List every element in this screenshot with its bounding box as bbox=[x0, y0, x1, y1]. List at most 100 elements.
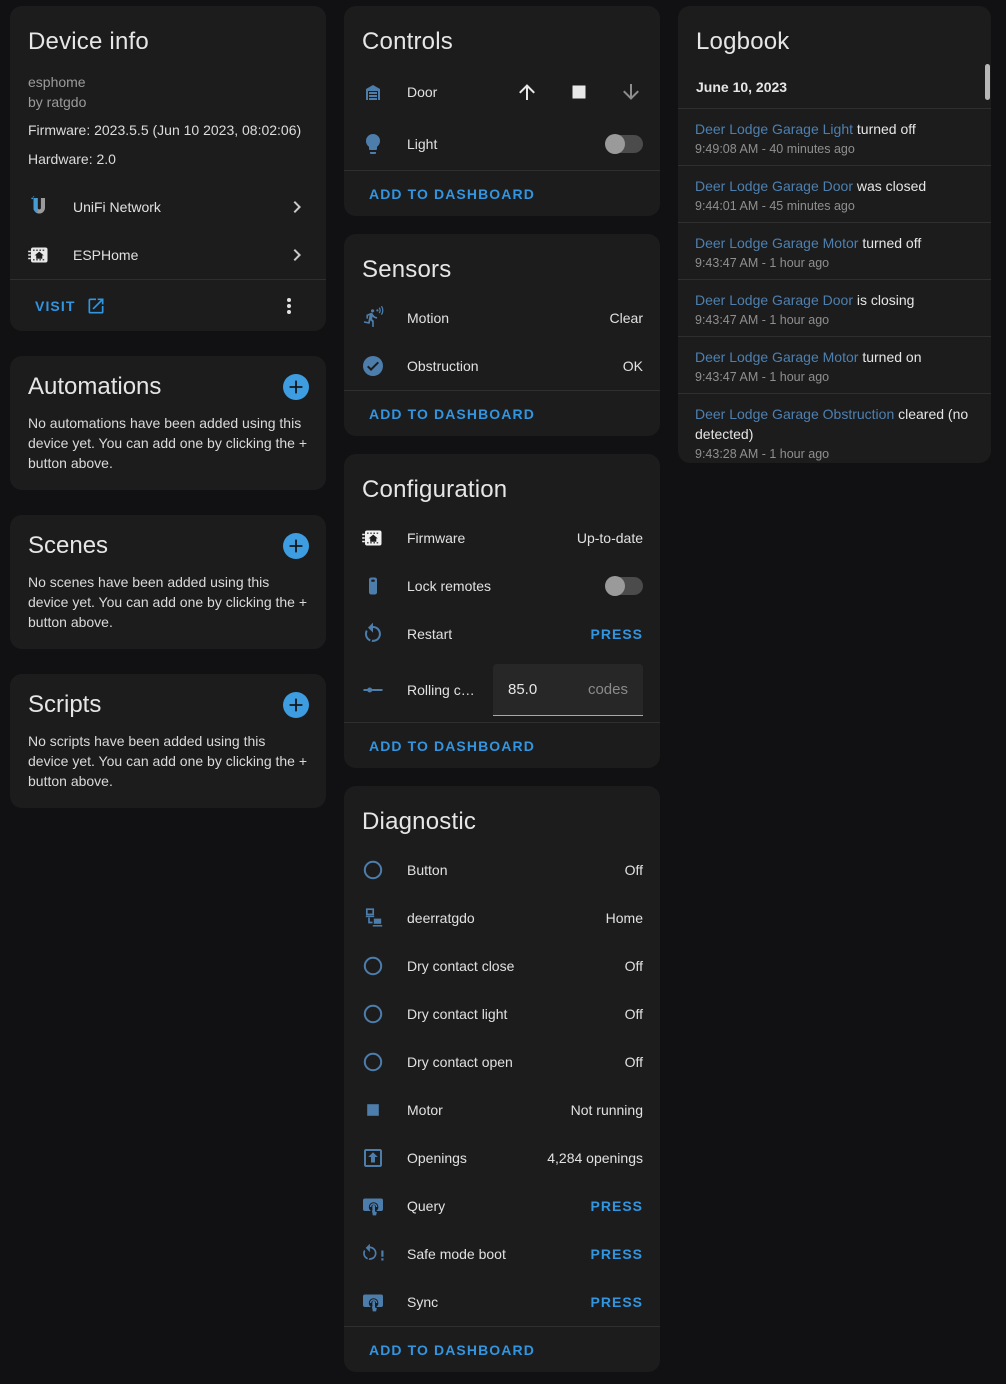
add-to-dashboard-button[interactable]: ADD TO DASHBOARD bbox=[369, 406, 535, 422]
row-label: Safe mode boot bbox=[407, 1246, 506, 1262]
logbook-scrollbar[interactable] bbox=[985, 64, 990, 100]
logbook-entry: Deer Lodge Garage Light turned off 9:49:… bbox=[678, 109, 991, 166]
add-script-button[interactable] bbox=[283, 692, 309, 718]
row-value: Not running bbox=[570, 1102, 643, 1118]
logbook-entity-link[interactable]: Deer Lodge Garage Door bbox=[695, 178, 853, 194]
row-value: 4,284 openings bbox=[547, 1150, 643, 1166]
visit-label: VISIT bbox=[35, 297, 76, 314]
sensors-card: Sensors Motion Clear Obstruction OK ADD … bbox=[344, 234, 660, 436]
obstruction-value: OK bbox=[622, 358, 643, 374]
diagnostic-card: Diagnostic Button Off deerratgdo Home Dr… bbox=[344, 786, 660, 1372]
logbook-timestamp: 9:43:28 AM - 1 hour ago bbox=[695, 447, 830, 461]
restart-icon bbox=[364, 622, 381, 642]
gesture-tap-button-icon bbox=[362, 1293, 384, 1313]
logbook-entity-link[interactable]: Deer Lodge Garage Obstruction bbox=[695, 406, 894, 422]
circle-outline-icon bbox=[363, 860, 383, 880]
row-value: Off bbox=[624, 862, 643, 878]
openings-row[interactable]: Openings 4,284 openings bbox=[344, 1134, 660, 1182]
firmware-row[interactable]: Firmware Up-to-date bbox=[344, 514, 660, 562]
lock-remotes-toggle[interactable] bbox=[605, 576, 643, 596]
row-label: Dry contact light bbox=[407, 1006, 508, 1022]
query-press-button[interactable]: PRESS bbox=[591, 1198, 643, 1214]
motion-value: Clear bbox=[609, 310, 643, 326]
rolling-code-label: Rolling co… bbox=[407, 682, 479, 698]
configuration-card: Configuration Firmware Up-to-date Lock r… bbox=[344, 454, 660, 768]
button-row[interactable]: Button Off bbox=[344, 846, 660, 894]
restart-press-button[interactable]: PRESS bbox=[591, 626, 643, 642]
obstruction-sensor-row[interactable]: Obstruction OK bbox=[344, 342, 660, 390]
integration-name: UniFi Network bbox=[73, 199, 161, 215]
row-value: Off bbox=[624, 1054, 643, 1070]
circle-outline-icon bbox=[363, 1052, 383, 1072]
door-open-button[interactable] bbox=[515, 80, 539, 104]
esphome-chip-icon bbox=[361, 529, 383, 547]
deerratgdo-row[interactable]: deerratgdo Home bbox=[344, 894, 660, 942]
rolling-code-value: 85.0 bbox=[508, 681, 538, 698]
unifi-logo-icon bbox=[31, 196, 45, 214]
automations-card: Automations No automations have been add… bbox=[10, 356, 326, 490]
controls-title: Controls bbox=[362, 28, 453, 55]
restart-alert-icon bbox=[363, 1243, 384, 1261]
door-label: Door bbox=[407, 84, 438, 100]
logbook-timestamp: 9:44:01 AM - 45 minutes ago bbox=[695, 199, 855, 213]
door-stop-button[interactable] bbox=[567, 80, 591, 104]
sync-row: Sync PRESS bbox=[344, 1278, 660, 1326]
logbook-entity-link[interactable]: Deer Lodge Garage Door bbox=[695, 292, 853, 308]
plus-icon bbox=[289, 698, 303, 712]
restart-label: Restart bbox=[407, 626, 453, 642]
automations-title: Automations bbox=[28, 373, 162, 400]
integration-row-unifi-network[interactable]: UniFi Network bbox=[10, 183, 326, 231]
logbook-entity-link[interactable]: Deer Lodge Garage Light bbox=[695, 121, 853, 137]
firmware-value: Up-to-date bbox=[576, 530, 643, 546]
visit-button[interactable]: VISIT bbox=[35, 296, 106, 316]
arrow-up-box-icon bbox=[364, 1149, 382, 1167]
logbook-entity-link[interactable]: Deer Lodge Garage Motor bbox=[695, 235, 858, 251]
safe-mode-boot-press-button[interactable]: PRESS bbox=[591, 1246, 643, 1262]
motion-label: Motion bbox=[407, 310, 450, 326]
light-label: Light bbox=[407, 136, 438, 152]
row-label: Button bbox=[407, 862, 448, 878]
row-label: Openings bbox=[407, 1150, 467, 1166]
esphome-chip-icon bbox=[27, 246, 49, 264]
add-to-dashboard-button[interactable]: ADD TO DASHBOARD bbox=[369, 738, 535, 754]
dry-contact-close-row[interactable]: Dry contact close Off bbox=[344, 942, 660, 990]
circle-outline-icon bbox=[363, 956, 383, 976]
rolling-code-input[interactable]: 85.0 codes bbox=[493, 664, 643, 716]
dry-contact-open-row[interactable]: Dry contact open Off bbox=[344, 1038, 660, 1086]
add-to-dashboard-button[interactable]: ADD TO DASHBOARD bbox=[369, 186, 535, 202]
logbook-entity-link[interactable]: Deer Lodge Garage Motor bbox=[695, 349, 858, 365]
row-label: Dry contact close bbox=[407, 958, 515, 974]
device-firmware-version: Firmware: 2023.5.5 (Jun 10 2023, 08:02:0… bbox=[28, 122, 302, 138]
circle-outline-icon bbox=[363, 1004, 383, 1024]
sync-press-button[interactable]: PRESS bbox=[591, 1294, 643, 1310]
dry-contact-light-row[interactable]: Dry contact light Off bbox=[344, 990, 660, 1038]
light-toggle[interactable] bbox=[605, 134, 643, 154]
motion-sensor-icon bbox=[363, 306, 384, 328]
diagnostic-title: Diagnostic bbox=[362, 808, 477, 835]
logbook-action: turned off bbox=[862, 235, 922, 251]
device-info-title: Device info bbox=[28, 28, 149, 55]
add-to-dashboard-button[interactable]: ADD TO DASHBOARD bbox=[369, 1342, 535, 1358]
logbook-timestamp: 9:49:08 AM - 40 minutes ago bbox=[695, 142, 855, 156]
scenes-title: Scenes bbox=[28, 532, 109, 559]
overflow-menu-button[interactable] bbox=[277, 294, 301, 318]
logbook-entry: Deer Lodge Garage Motor turned on 9:43:4… bbox=[678, 337, 991, 394]
motor-row[interactable]: Motor Not running bbox=[344, 1086, 660, 1134]
row-label: Dry contact open bbox=[407, 1054, 513, 1070]
motion-sensor-row[interactable]: Motion Clear bbox=[344, 294, 660, 342]
lock-remotes-row: Lock remotes bbox=[344, 562, 660, 610]
add-automation-button[interactable] bbox=[283, 374, 309, 400]
lock-remotes-label: Lock remotes bbox=[407, 578, 492, 594]
remote-icon bbox=[369, 577, 377, 595]
logbook-entry: Deer Lodge Garage Door was closed 9:44:0… bbox=[678, 166, 991, 223]
logbook-action: is closing bbox=[856, 292, 915, 308]
scenes-empty-text: No scenes have been added using this dev… bbox=[28, 574, 308, 630]
door-close-button[interactable] bbox=[619, 80, 643, 104]
restart-row: Restart PRESS bbox=[344, 610, 660, 658]
add-scene-button[interactable] bbox=[283, 533, 309, 559]
integration-row-esphome[interactable]: ESPHome bbox=[10, 231, 326, 279]
square-icon bbox=[367, 1104, 379, 1116]
query-row: Query PRESS bbox=[344, 1182, 660, 1230]
logbook-entry: Deer Lodge Garage Motor turned off 9:43:… bbox=[678, 223, 991, 280]
scripts-empty-text: No scripts have been added using this de… bbox=[28, 733, 308, 789]
